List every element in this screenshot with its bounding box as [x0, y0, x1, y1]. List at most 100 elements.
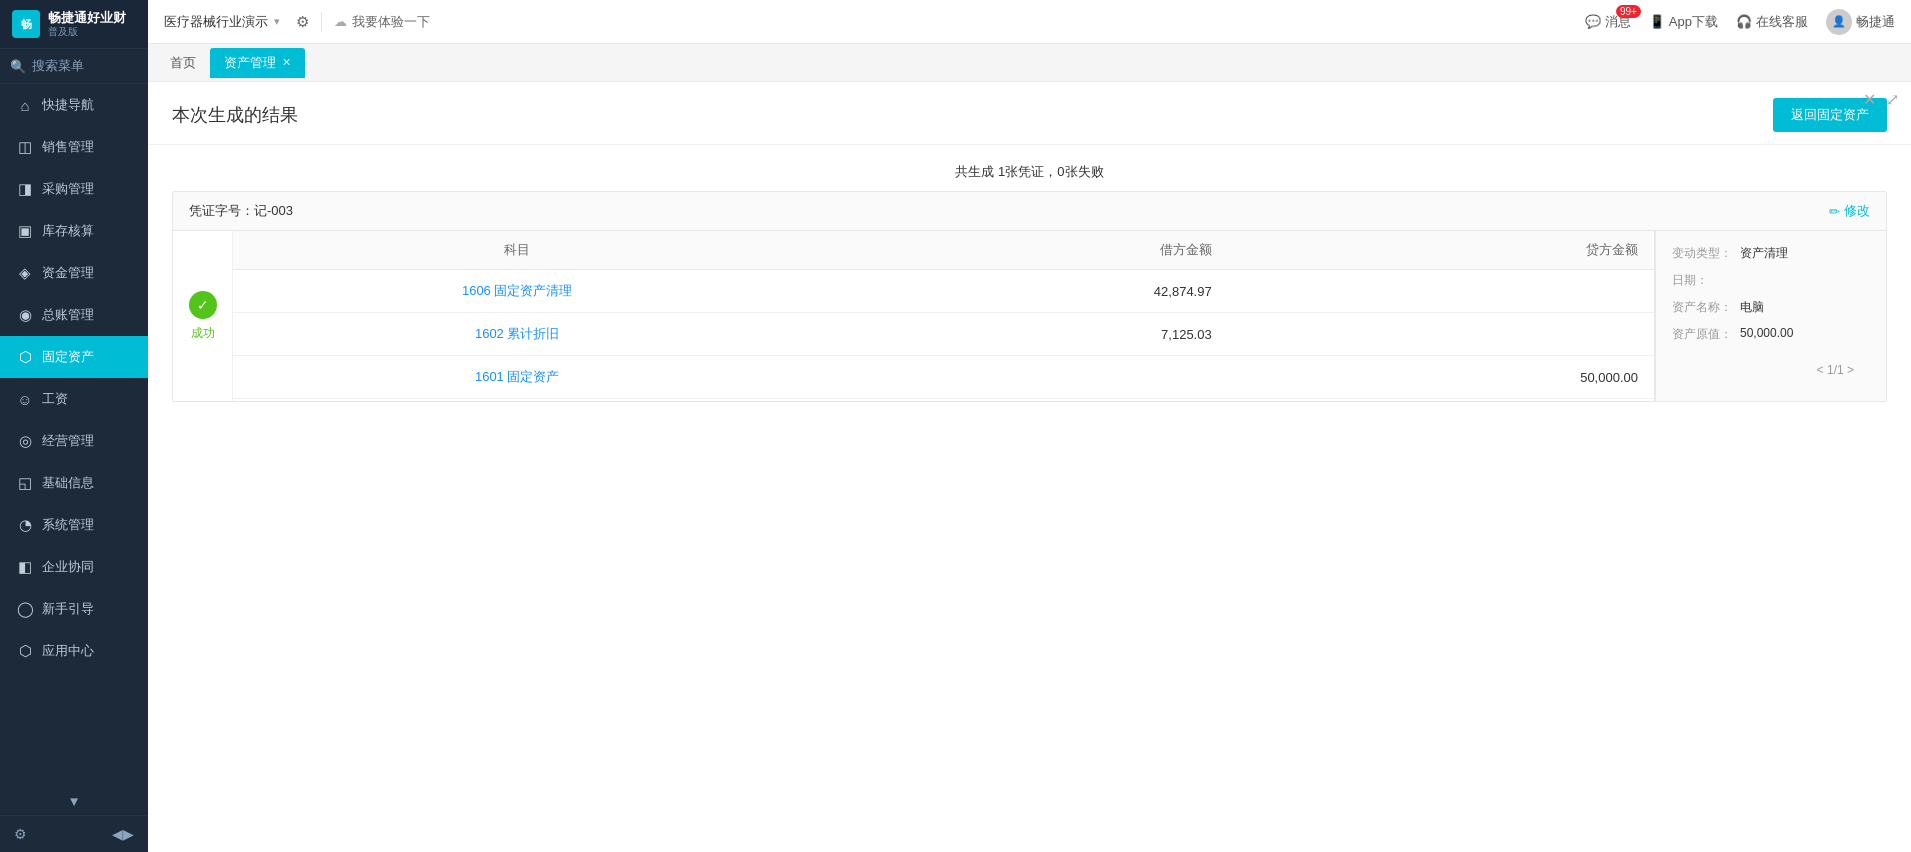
- sales-icon: ◫: [16, 138, 34, 156]
- edit-voucher-button[interactable]: ✏ 修改: [1829, 202, 1870, 220]
- type-value: 资产清理: [1740, 245, 1788, 262]
- voucher-side-panel: 变动类型： 资产清理 日期： 资产名称： 电脑 资产原值：: [1656, 231, 1886, 401]
- status-column: ✓ 成功: [173, 231, 233, 401]
- home-icon: ⌂: [16, 97, 34, 114]
- company-selector[interactable]: 医疗器械行业演示 ▾: [164, 13, 280, 31]
- messages-button[interactable]: 💬 消息 99+: [1585, 13, 1631, 31]
- app-download-button[interactable]: 📱 App下载: [1649, 13, 1718, 31]
- page-header: 本次生成的结果 返回固定资产: [148, 82, 1911, 145]
- credit-1: [1228, 270, 1654, 313]
- original-value-value: 50,000.00: [1740, 326, 1793, 343]
- sidebar-item-fixed-asset[interactable]: ⬡ 固定资产: [0, 336, 148, 378]
- type-label: 变动类型：: [1672, 245, 1732, 262]
- payroll-icon: ☺: [16, 391, 34, 408]
- trial-button[interactable]: ☁ 我要体验一下: [334, 13, 430, 31]
- sidebar-search[interactable]: 🔍 搜索菜单: [0, 49, 148, 84]
- avatar: 👤: [1826, 9, 1852, 35]
- table-header-row: 科目 借方金额 贷方金额: [233, 231, 1654, 270]
- settings-icon[interactable]: ⚙: [296, 13, 309, 31]
- guide-icon: ◯: [16, 600, 34, 618]
- subject-link-1[interactable]: 1606 固定资产清理: [462, 283, 573, 298]
- ledger-icon: ◉: [16, 306, 34, 324]
- topbar-right: 💬 消息 99+ 📱 App下载 🎧 在线客服 👤 畅捷通: [1585, 9, 1895, 35]
- debit-1: 42,874.97: [801, 270, 1227, 313]
- asset-name-label: 资产名称：: [1672, 299, 1732, 316]
- debit-3: [801, 356, 1227, 399]
- voucher-table: 科目 借方金额 贷方金额 1606 固定资产清理: [233, 231, 1654, 399]
- sidebar-item-management[interactable]: ◎ 经营管理: [0, 420, 148, 462]
- enterprise-icon: ◧: [16, 558, 34, 576]
- topbar: 医疗器械行业演示 ▾ ⚙ ☁ 我要体验一下 💬 消息 99+ 📱 App下载 🎧…: [148, 0, 1911, 44]
- fund-icon: ◈: [16, 264, 34, 282]
- divider: [321, 12, 322, 32]
- inventory-icon: ▣: [16, 222, 34, 240]
- next-page[interactable]: >: [1847, 363, 1854, 377]
- table-row: 1601 固定资产 50,000.00: [233, 356, 1654, 399]
- sidebar: 畅 畅捷通好业财 普及版 🔍 搜索菜单 ⌂ 快捷导航 ◫ 销售管理 ◨ 采购管理…: [0, 0, 148, 852]
- window-controls: ✕ ⤢: [1863, 90, 1899, 109]
- page-container: ✕ ⤢ 本次生成的结果 返回固定资产 共生成 1张凭证，0张失败 凭证字号：记-…: [148, 82, 1911, 852]
- voucher-header: 凭证字号：记-003 ✏ 修改: [173, 192, 1886, 231]
- side-panel-row-asset-name: 资产名称： 电脑: [1672, 299, 1870, 316]
- sidebar-item-inventory[interactable]: ▣ 库存核算: [0, 210, 148, 252]
- voucher-body: ✓ 成功 科目 借方金额 贷方金额: [173, 231, 1886, 401]
- table-row: 1606 固定资产清理 42,874.97: [233, 270, 1654, 313]
- subject-link-2[interactable]: 1602 累计折旧: [475, 326, 560, 341]
- sidebar-item-payroll[interactable]: ☺ 工资: [0, 378, 148, 420]
- sidebar-item-ledger[interactable]: ◉ 总账管理: [0, 294, 148, 336]
- result-summary: 共生成 1张凭证，0张失败: [148, 145, 1911, 191]
- sidebar-scroll-down[interactable]: ▼: [0, 788, 148, 815]
- purchase-icon: ◨: [16, 180, 34, 198]
- credit-2: [1228, 313, 1654, 356]
- side-panel-row-date: 日期：: [1672, 272, 1870, 289]
- page-indicator: 1/1: [1827, 363, 1847, 377]
- expand-window-icon[interactable]: ⤢: [1886, 90, 1899, 109]
- tab-close-icon[interactable]: ✕: [282, 56, 291, 69]
- tab-home[interactable]: 首页: [160, 48, 206, 78]
- message-icon: 💬: [1585, 14, 1601, 29]
- settings-button[interactable]: ⚙: [14, 826, 27, 842]
- subject-link-3[interactable]: 1601 固定资产: [475, 369, 560, 384]
- sidebar-item-purchase[interactable]: ◨ 采购管理: [0, 168, 148, 210]
- prev-page[interactable]: <: [1817, 363, 1824, 377]
- sidebar-item-basic-info[interactable]: ◱ 基础信息: [0, 462, 148, 504]
- col-subject-header: 科目: [233, 231, 801, 270]
- asset-name-value: 电脑: [1740, 299, 1764, 316]
- voucher-left: ✓ 成功 科目 借方金额 贷方金额: [173, 231, 1656, 401]
- sidebar-item-enterprise[interactable]: ◧ 企业协同: [0, 546, 148, 588]
- tab-asset-management[interactable]: 资产管理 ✕: [210, 48, 305, 78]
- sidebar-item-guide[interactable]: ◯ 新手引导: [0, 588, 148, 630]
- sidebar-item-fund[interactable]: ◈ 资金管理: [0, 252, 148, 294]
- success-indicator: ✓ 成功: [169, 281, 237, 352]
- sidebar-logo: 畅 畅捷通好业财 普及版: [0, 0, 148, 49]
- success-check-icon: ✓: [189, 291, 217, 319]
- credit-3: 50,000.00: [1228, 356, 1654, 399]
- table-row: 1602 累计折旧 7,125.03: [233, 313, 1654, 356]
- sidebar-item-quick-nav[interactable]: ⌂ 快捷导航: [0, 84, 148, 126]
- collapse-button[interactable]: ◀▶: [112, 826, 134, 842]
- original-value-label: 资产原值：: [1672, 326, 1732, 343]
- app-center-icon: ⬡: [16, 642, 34, 660]
- subject-3: 1601 固定资产: [233, 356, 801, 399]
- download-icon: 📱: [1649, 14, 1665, 29]
- search-icon: 🔍: [10, 59, 26, 74]
- user-menu[interactable]: 👤 畅捷通: [1826, 9, 1895, 35]
- voucher-number: 凭证字号：记-003: [189, 202, 293, 220]
- sidebar-item-sales[interactable]: ◫ 销售管理: [0, 126, 148, 168]
- debit-2: 7,125.03: [801, 313, 1227, 356]
- online-service-button[interactable]: 🎧 在线客服: [1736, 13, 1808, 31]
- subject-1: 1606 固定资产清理: [233, 270, 801, 313]
- close-window-icon[interactable]: ✕: [1863, 90, 1876, 109]
- system-icon: ◔: [16, 516, 34, 534]
- sidebar-item-app-center[interactable]: ⬡ 应用中心: [0, 630, 148, 672]
- voucher-table-area: 科目 借方金额 贷方金额 1606 固定资产清理: [233, 231, 1655, 401]
- cloud-icon: ☁: [334, 14, 347, 29]
- sidebar-item-system[interactable]: ◔ 系统管理: [0, 504, 148, 546]
- service-icon: 🎧: [1736, 14, 1752, 29]
- content-area: ✕ ⤢ 本次生成的结果 返回固定资产 共生成 1张凭证，0张失败 凭证字号：记-…: [148, 82, 1911, 852]
- tabbar: 首页 资产管理 ✕: [148, 44, 1911, 82]
- col-debit-header: 借方金额: [801, 231, 1227, 270]
- message-badge: 99+: [1616, 5, 1641, 18]
- side-panel-row-original-value: 资产原值： 50,000.00: [1672, 326, 1870, 343]
- management-icon: ◎: [16, 432, 34, 450]
